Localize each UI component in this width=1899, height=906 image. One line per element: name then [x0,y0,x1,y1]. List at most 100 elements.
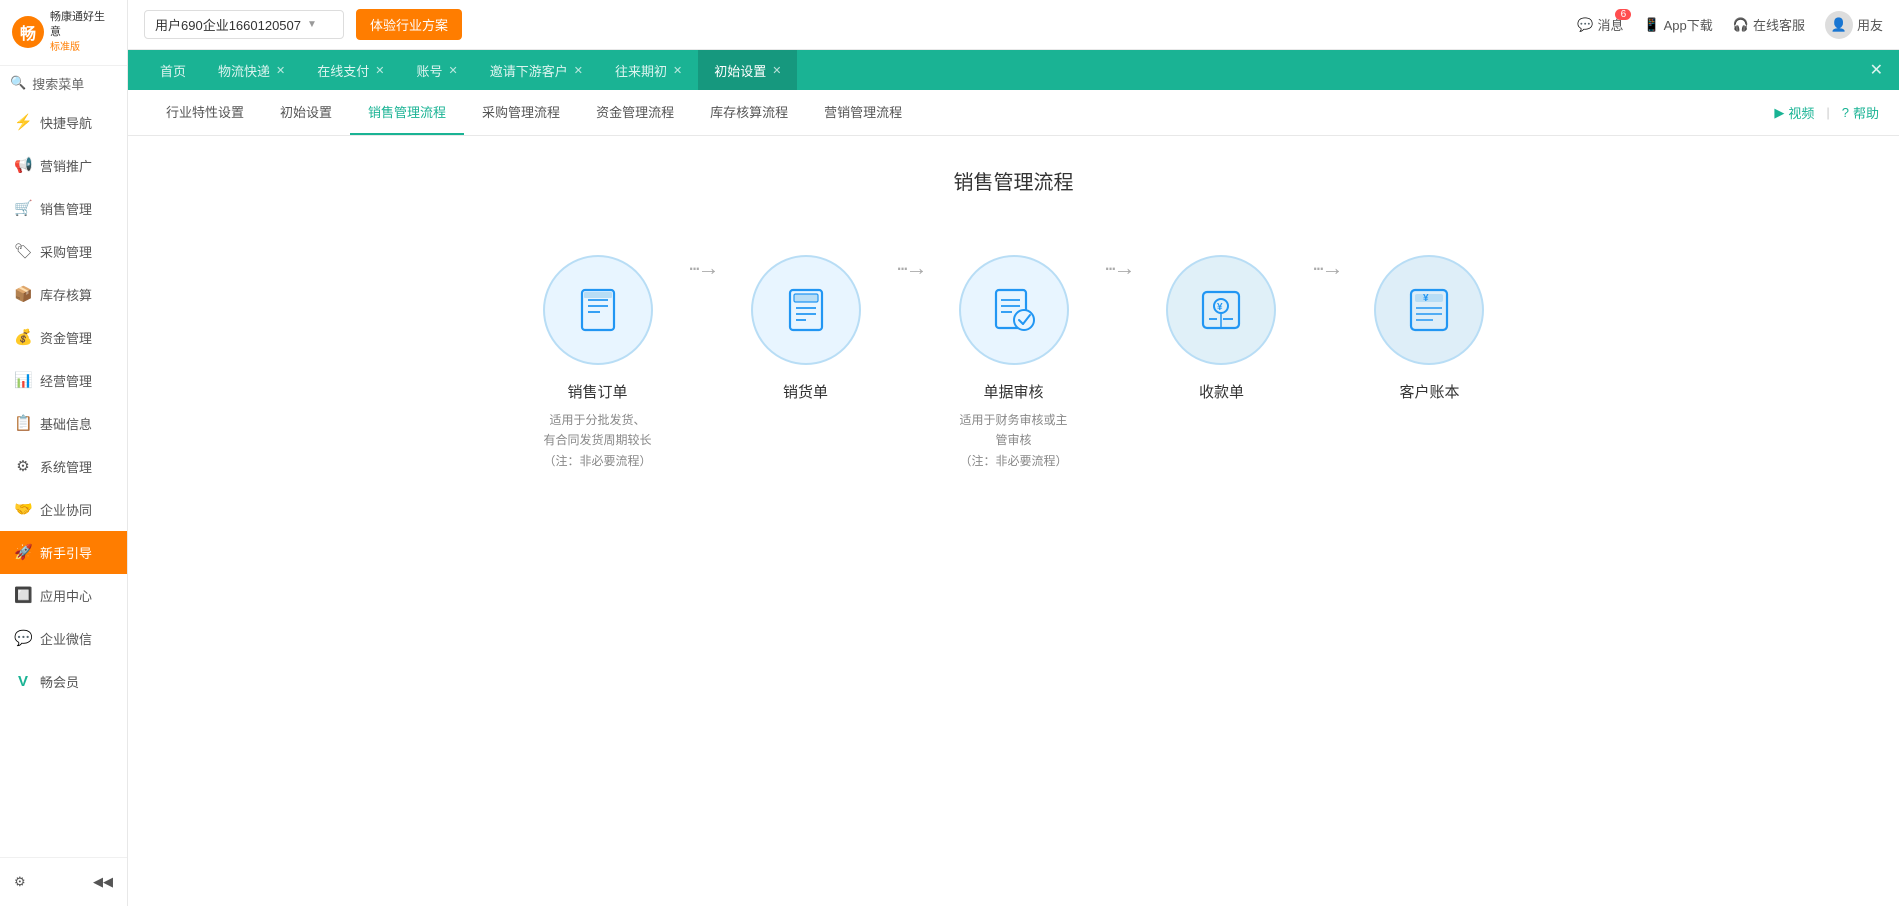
tab-home[interactable]: 首页 [144,50,202,90]
logo-text: 畅康通好生意 标准版 [50,10,115,55]
user-profile-item[interactable]: 👤 用友 [1825,11,1883,39]
tab-period-init[interactable]: 往来期初 ✕ [599,50,698,90]
tab-logistics[interactable]: 物流快递 ✕ [202,50,301,90]
sidebar-item-basic-info[interactable]: 📋 基础信息 [0,402,127,445]
inventory-icon: 📦 [14,285,32,303]
message-item[interactable]: 💬 消息 6 [1577,15,1623,34]
close-all-tabs-btn[interactable]: ✕ [1870,60,1883,80]
new-guide-icon: 🚀 [14,543,32,561]
receipt-icon: ¥ [1195,284,1247,336]
sidebar-item-sales[interactable]: 🛒 销售管理 [0,187,127,230]
search-icon: 🔍 [10,75,26,91]
basic-info-icon: 📋 [14,414,32,432]
tab-period-init-close[interactable]: ✕ [673,64,682,77]
sub-tab-marketing-flow[interactable]: 营销管理流程 [806,90,920,135]
tab-logistics-close[interactable]: ✕ [276,64,285,77]
finance-icon: 💰 [14,328,32,346]
video-btn[interactable]: ▶ 视频 [1774,103,1814,122]
sales-order-label: 销售订单 [568,381,628,402]
sales-order-icon [572,284,624,336]
sidebar-item-new-guide[interactable]: 🚀 新手引导 [0,531,127,574]
collapse-icon[interactable]: ◀◀ [93,874,113,890]
tab-invite-customer-close[interactable]: ✕ [574,64,583,77]
tab-initial-setup-close[interactable]: ✕ [772,64,781,77]
sidebar-item-inventory[interactable]: 📦 库存核算 [0,273,127,316]
svg-text:¥: ¥ [1217,302,1223,313]
settings-icon[interactable]: ⚙ [14,874,26,890]
app-center-icon: 🔲 [14,586,32,604]
sales-invoice-label: 销货单 [783,381,828,402]
flow-step-doc-review: 单据审核 适用于财务审核或主管审核（注：非必要流程） [924,255,1104,471]
marketing-icon: 📢 [14,156,32,174]
tab-online-pay[interactable]: 在线支付 ✕ [301,50,400,90]
tab-initial-setup[interactable]: 初始设置 ✕ [698,50,797,90]
nav-tabs: 首页 物流快递 ✕ 在线支付 ✕ 账号 ✕ 邀请下游客户 ✕ 往来期初 ✕ 初始… [128,50,1899,90]
sub-tab-initial-setup[interactable]: 初始设置 [262,90,350,135]
doc-review-label: 单据审核 [983,381,1043,402]
main-area: 用户690企业1660120507 ▼ 体验行业方案 💬 消息 6 📱 App下… [128,0,1899,906]
sidebar-item-system[interactable]: ⚙ 系统管理 [0,445,127,488]
flow-circle-doc-review[interactable] [959,255,1069,365]
enterprise-wechat-icon: 💬 [14,629,32,647]
collab-icon: 🤝 [14,500,32,518]
page-title: 销售管理流程 [168,166,1859,195]
system-icon: ⚙ [14,457,32,475]
sidebar-item-operations[interactable]: 📊 经营管理 [0,359,127,402]
user-dropdown-arrow: ▼ [307,19,317,30]
sub-tab-industry-settings[interactable]: 行业特性设置 [148,90,262,135]
arrow-2: ···→ [896,255,924,351]
sidebar-collapse-btn[interactable]: ⚙ ◀◀ [0,866,127,898]
online-service-item[interactable]: 🎧 在线客服 [1733,15,1805,34]
message-badge: 6 [1615,9,1631,20]
flow-step-customer-ledger: ¥ 客户账本 [1339,255,1519,410]
app-download-item[interactable]: 📱 App下载 [1643,15,1712,34]
headset-icon: 🎧 [1733,17,1749,33]
sidebar-item-enterprise-wechat[interactable]: 💬 企业微信 [0,617,127,660]
sidebar-item-app-center[interactable]: 🔲 应用中心 [0,574,127,617]
flow-step-receipt: ¥ 收款单 [1131,255,1311,410]
sales-invoice-icon [780,284,832,336]
message-icon: 💬 [1577,17,1593,33]
sub-tab-inventory-flow[interactable]: 库存核算流程 [692,90,806,135]
flow-circle-sales-order[interactable] [543,255,653,365]
arrow-3: ···→ [1104,255,1132,351]
trial-industry-btn[interactable]: 体验行业方案 [356,9,462,40]
page-content: 销售管理流程 销售订单 [128,136,1899,906]
sidebar-item-purchase[interactable]: 🏷 采购管理 [0,230,127,273]
svg-text:¥: ¥ [1423,293,1429,304]
sidebar-nav: ⚡ 快捷导航 📢 营销推广 🛒 销售管理 🏷 采购管理 📦 库存核算 💰 资金管… [0,101,127,857]
tab-invite-customer[interactable]: 邀请下游客户 ✕ [474,50,599,90]
user-selector[interactable]: 用户690企业1660120507 ▼ [144,10,344,39]
receipt-label: 收款单 [1199,381,1244,402]
quick-nav-icon: ⚡ [14,113,32,131]
sidebar-item-marketing[interactable]: 📢 营销推广 [0,144,127,187]
sidebar-item-vip[interactable]: V 畅会员 [0,660,127,703]
sidebar-item-finance[interactable]: 💰 资金管理 [0,316,127,359]
flow-step-sales-invoice: 销货单 [716,255,896,410]
sub-tab-sales-flow[interactable]: 销售管理流程 [350,90,464,135]
sub-tabs-actions: ▶ 视频 | ? 帮助 [1774,103,1879,122]
sub-tab-fund-flow[interactable]: 资金管理流程 [578,90,692,135]
flow-circle-sales-invoice[interactable] [751,255,861,365]
tab-account[interactable]: 账号 ✕ [400,50,473,90]
help-btn[interactable]: ? 帮助 [1842,103,1879,122]
flow-diagram: 销售订单 适用于分批发货、有合同发货周期较长（注：非必要流程） ···→ [168,255,1859,471]
topbar-right: 💬 消息 6 📱 App下载 🎧 在线客服 👤 用友 [1577,11,1883,39]
sidebar-item-enterprise-collab[interactable]: 🤝 企业协同 [0,488,127,531]
doc-review-desc: 适用于财务审核或主管审核（注：非必要流程） [959,410,1067,471]
flow-circle-receipt[interactable]: ¥ [1166,255,1276,365]
help-icon: ? [1842,105,1849,120]
arrow-1: ···→ [688,255,716,351]
tab-account-close[interactable]: ✕ [449,64,458,77]
purchase-icon: 🏷 [14,242,32,260]
doc-review-icon [988,284,1040,336]
sidebar-item-quick-nav[interactable]: ⚡ 快捷导航 [0,101,127,144]
flow-circle-customer-ledger[interactable]: ¥ [1374,255,1484,365]
vip-icon: V [14,673,32,690]
search-menu[interactable]: 🔍 搜索菜单 [0,66,127,101]
tab-online-pay-close[interactable]: ✕ [375,64,384,77]
topbar: 用户690企业1660120507 ▼ 体验行业方案 💬 消息 6 📱 App下… [128,0,1899,50]
sub-tab-purchase-flow[interactable]: 采购管理流程 [464,90,578,135]
flow-step-sales-order: 销售订单 适用于分批发货、有合同发货周期较长（注：非必要流程） [508,255,688,471]
sidebar: 畅 畅康通好生意 标准版 🔍 搜索菜单 ⚡ 快捷导航 📢 营销推广 🛒 销售管理… [0,0,128,906]
